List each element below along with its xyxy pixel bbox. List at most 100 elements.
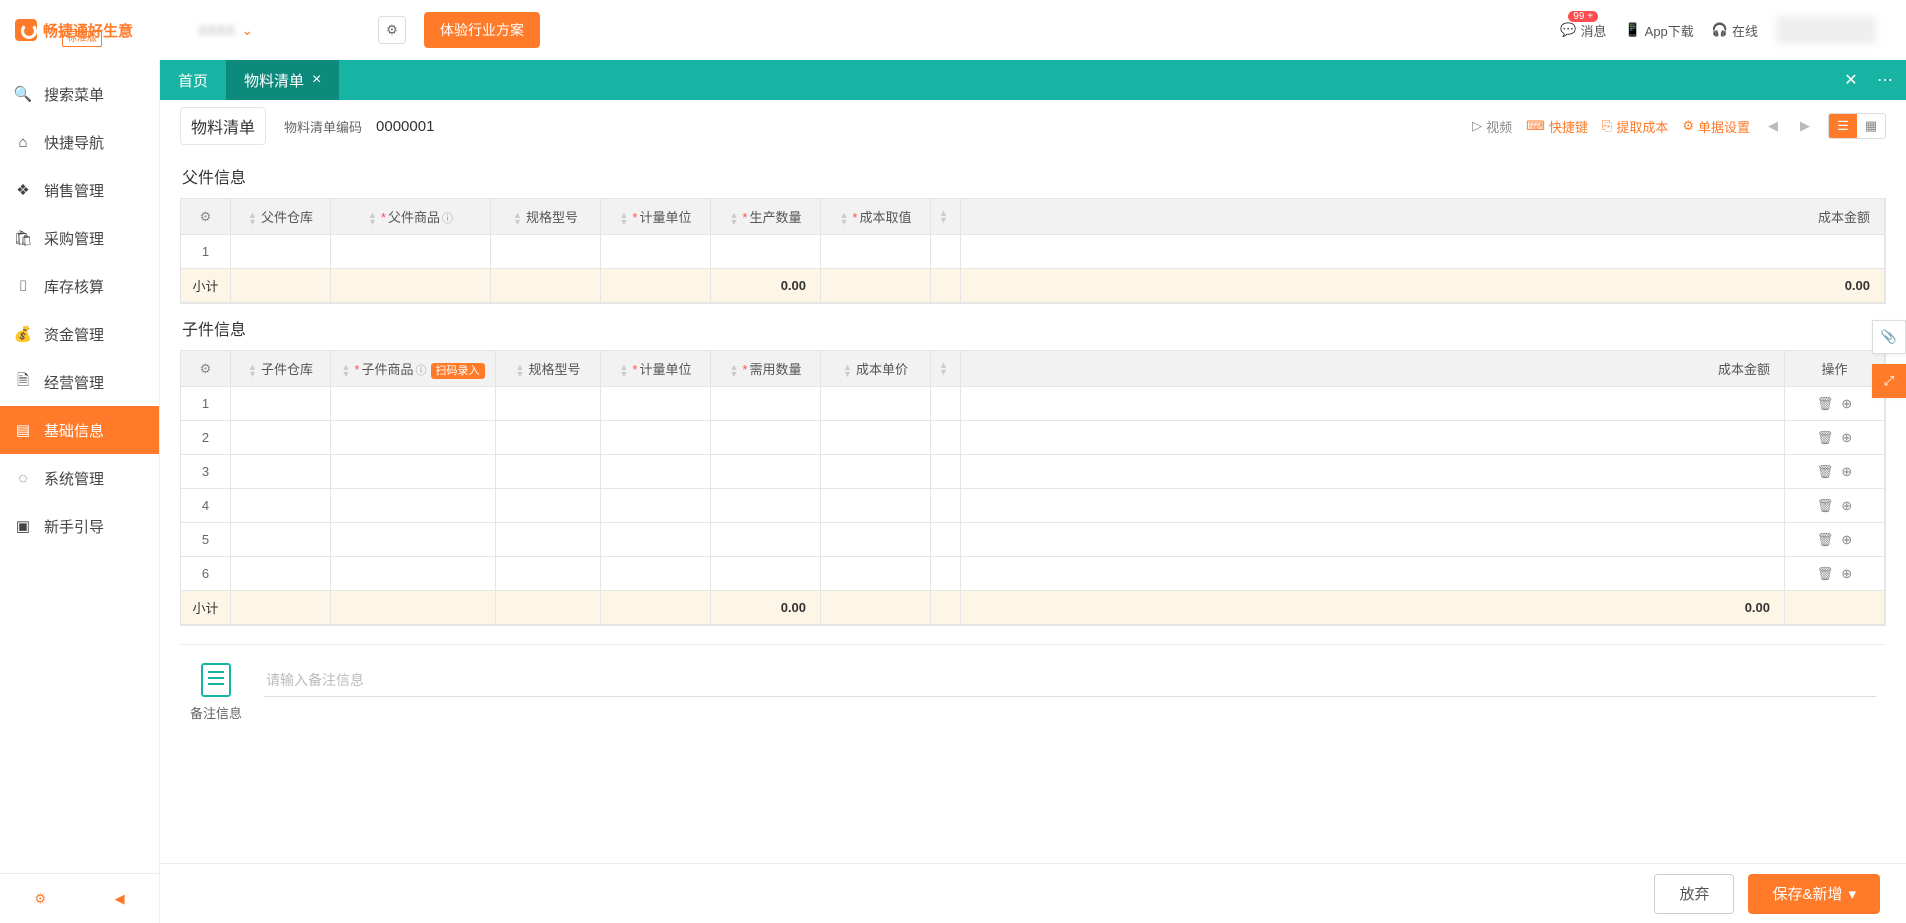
page-title: 物料清单 xyxy=(180,107,266,145)
chevron-down-icon: ▾ xyxy=(1848,885,1856,903)
parent-subtotal-row: 小计 0.00 0.00 xyxy=(181,269,1885,303)
remarks-label: 备注信息 xyxy=(190,703,242,722)
play-icon: ▷ xyxy=(1472,118,1482,134)
shortcut-link[interactable]: ⌨ 快捷键 xyxy=(1526,117,1588,136)
title-row: 物料清单 物料清单编码 0000001 ▷ 视频 ⌨ 快捷键 ⎘ 提取成本 xyxy=(160,100,1906,152)
sidebar-item-3[interactable]: 🛍 采购管理 xyxy=(0,214,159,262)
view-toggle: ☰ ▦ xyxy=(1828,113,1886,139)
save-and-new-button[interactable]: 保存&新增 ▾ xyxy=(1748,874,1880,914)
sidebar-item-7[interactable]: ▤基础信息 xyxy=(0,406,159,454)
sidebar: 🔍搜索菜单⌂快捷导航❖销售管理 🛍 采购管理 ⌷库存核算 💰 资金管理 🗎经营管理▤基础信息… xyxy=(0,60,160,923)
gear-icon: ⚙ xyxy=(1682,118,1694,134)
industry-plan-button[interactable]: 体验行业方案 xyxy=(424,12,540,48)
sidebar-item-label: 基础信息 xyxy=(44,420,104,441)
fullscreen-button[interactable]: ⤢ xyxy=(1872,364,1906,398)
main: 首页物料清单× ✕ ⋯ 物料清单 物料清单编码 0000001 ▷ 视频 ⌨ xyxy=(160,60,1906,923)
video-link[interactable]: ▷ 视频 xyxy=(1472,117,1512,136)
tab-0[interactable]: 首页 xyxy=(160,60,226,100)
messages-button[interactable]: 💬 消息 99 + xyxy=(1560,21,1606,40)
menu-icon: ⌂ xyxy=(14,134,32,151)
sidebar-item-8[interactable]: ◌系统管理 xyxy=(0,454,159,502)
notes-icon xyxy=(201,663,231,697)
parent-row[interactable]: 1 xyxy=(181,235,1885,269)
menu-icon: ⌷ xyxy=(14,278,32,295)
sidebar-item-9[interactable]: ▣新手引导 xyxy=(0,502,159,550)
top-header: 畅捷通好生意 标准版 XXXX ⌄ ⚙ 体验行业方案 💬 消息 99 + 📱 A… xyxy=(0,0,1906,60)
scan-input-tag[interactable]: 扫码录入 xyxy=(431,363,485,379)
more-tabs-icon[interactable]: ⋯ xyxy=(1868,70,1902,90)
sidebar-item-0[interactable]: 🔍搜索菜单 xyxy=(0,70,159,118)
menu-icon: 🔍 xyxy=(14,85,32,103)
sidebar-item-label: 系统管理 xyxy=(44,468,104,489)
sidebar-item-label: 资金管理 xyxy=(44,324,104,345)
parent-grid: ⚙ ▲▼父件仓库 ▲▼*父件商品ⓘ ▲▼规格型号 ▲▼*计量单位 ▲▼*生产数量… xyxy=(180,198,1886,304)
close-tab-icon[interactable]: × xyxy=(312,71,321,89)
sidebar-item-2[interactable]: ❖销售管理 xyxy=(0,166,159,214)
attachment-button[interactable]: 📎 xyxy=(1872,320,1906,354)
info-icon[interactable]: ⓘ xyxy=(416,365,427,377)
app-download-button[interactable]: 📱 App下载 xyxy=(1624,21,1693,40)
headset-icon: 🎧 xyxy=(1712,22,1728,38)
keyboard-icon: ⌨ xyxy=(1526,118,1545,134)
child-row[interactable]: 5🗑⊕ xyxy=(181,523,1885,557)
header-right: 💬 消息 99 + 📱 App下载 🎧 在线 xyxy=(1560,16,1896,44)
delete-row-icon[interactable]: 🗑 xyxy=(1817,430,1834,445)
parent-section-title: 父件信息 xyxy=(182,164,1884,188)
org-select[interactable]: XXXX ⌄ xyxy=(190,18,370,43)
paperclip-icon: 📎 xyxy=(1881,329,1897,345)
extract-cost-link[interactable]: ⎘ 提取成本 xyxy=(1602,117,1668,136)
close-all-tabs-icon[interactable]: ✕ xyxy=(1834,70,1868,90)
sidebar-item-label: 销售管理 xyxy=(44,180,104,201)
child-grid-settings-icon[interactable]: ⚙ xyxy=(200,361,212,376)
chevron-down-icon: ⌄ xyxy=(241,22,253,39)
sidebar-item-5[interactable]: 💰 资金管理 xyxy=(0,310,159,358)
add-row-icon[interactable]: ⊕ xyxy=(1841,396,1852,411)
online-support-button[interactable]: 🎧 在线 xyxy=(1712,21,1758,40)
delete-row-icon[interactable]: 🗑 xyxy=(1817,396,1834,411)
sidebar-item-4[interactable]: ⌷库存核算 xyxy=(0,262,159,310)
settings-icon[interactable]: ⚙ xyxy=(34,891,46,907)
add-row-icon[interactable]: ⊕ xyxy=(1841,532,1852,547)
parent-grid-settings-icon[interactable]: ⚙ xyxy=(200,209,212,224)
child-row[interactable]: 1🗑⊕ xyxy=(181,387,1885,421)
bill-settings-link[interactable]: ⚙ 单据设置 xyxy=(1682,117,1750,136)
add-row-icon[interactable]: ⊕ xyxy=(1841,464,1852,479)
child-row[interactable]: 3🗑⊕ xyxy=(181,455,1885,489)
expand-icon: ⤢ xyxy=(1884,373,1894,389)
child-subtotal-row: 小计 0.00 0.00 xyxy=(181,591,1885,625)
add-row-icon[interactable]: ⊕ xyxy=(1841,498,1852,513)
sidebar-item-label: 采购管理 xyxy=(44,228,104,249)
child-row[interactable]: 2🗑⊕ xyxy=(181,421,1885,455)
next-record-button[interactable]: ▶ xyxy=(1796,118,1814,134)
info-icon[interactable]: ⓘ xyxy=(442,213,453,225)
tab-1[interactable]: 物料清单× xyxy=(226,60,339,100)
child-section-title: 子件信息 xyxy=(182,316,1884,340)
discard-button[interactable]: 放弃 xyxy=(1654,874,1734,914)
delete-row-icon[interactable]: 🗑 xyxy=(1817,532,1834,547)
delete-row-icon[interactable]: 🗑 xyxy=(1817,498,1834,513)
delete-row-icon[interactable]: 🗑 xyxy=(1817,566,1834,581)
list-view-button[interactable]: ☰ xyxy=(1829,114,1857,138)
sidebar-item-1[interactable]: ⌂快捷导航 xyxy=(0,118,159,166)
tab-bar: 首页物料清单× ✕ ⋯ xyxy=(160,60,1906,100)
user-avatar[interactable] xyxy=(1776,16,1876,44)
prev-record-button[interactable]: ◀ xyxy=(1764,118,1782,134)
menu-icon: 🛍 xyxy=(14,229,32,247)
chat-icon: 💬 xyxy=(1560,22,1576,38)
menu-icon: ▣ xyxy=(14,517,32,535)
menu-icon: 💰 xyxy=(14,325,32,343)
org-settings-button[interactable]: ⚙ xyxy=(378,16,406,44)
org-name-text: XXXX xyxy=(198,22,235,38)
remarks-input[interactable] xyxy=(264,663,1876,697)
sidebar-footer: ⚙ ◀ xyxy=(0,873,159,923)
add-row-icon[interactable]: ⊕ xyxy=(1841,566,1852,581)
collapse-sidebar-icon[interactable]: ◀ xyxy=(115,891,125,907)
add-row-icon[interactable]: ⊕ xyxy=(1841,430,1852,445)
sidebar-item-6[interactable]: 🗎经营管理 xyxy=(0,358,159,406)
child-row[interactable]: 6🗑⊕ xyxy=(181,557,1885,591)
messages-badge: 99 + xyxy=(1568,11,1598,22)
brand-logo-icon xyxy=(15,19,37,41)
child-row[interactable]: 4🗑⊕ xyxy=(181,489,1885,523)
card-view-button[interactable]: ▦ xyxy=(1857,114,1885,138)
delete-row-icon[interactable]: 🗑 xyxy=(1817,464,1834,479)
